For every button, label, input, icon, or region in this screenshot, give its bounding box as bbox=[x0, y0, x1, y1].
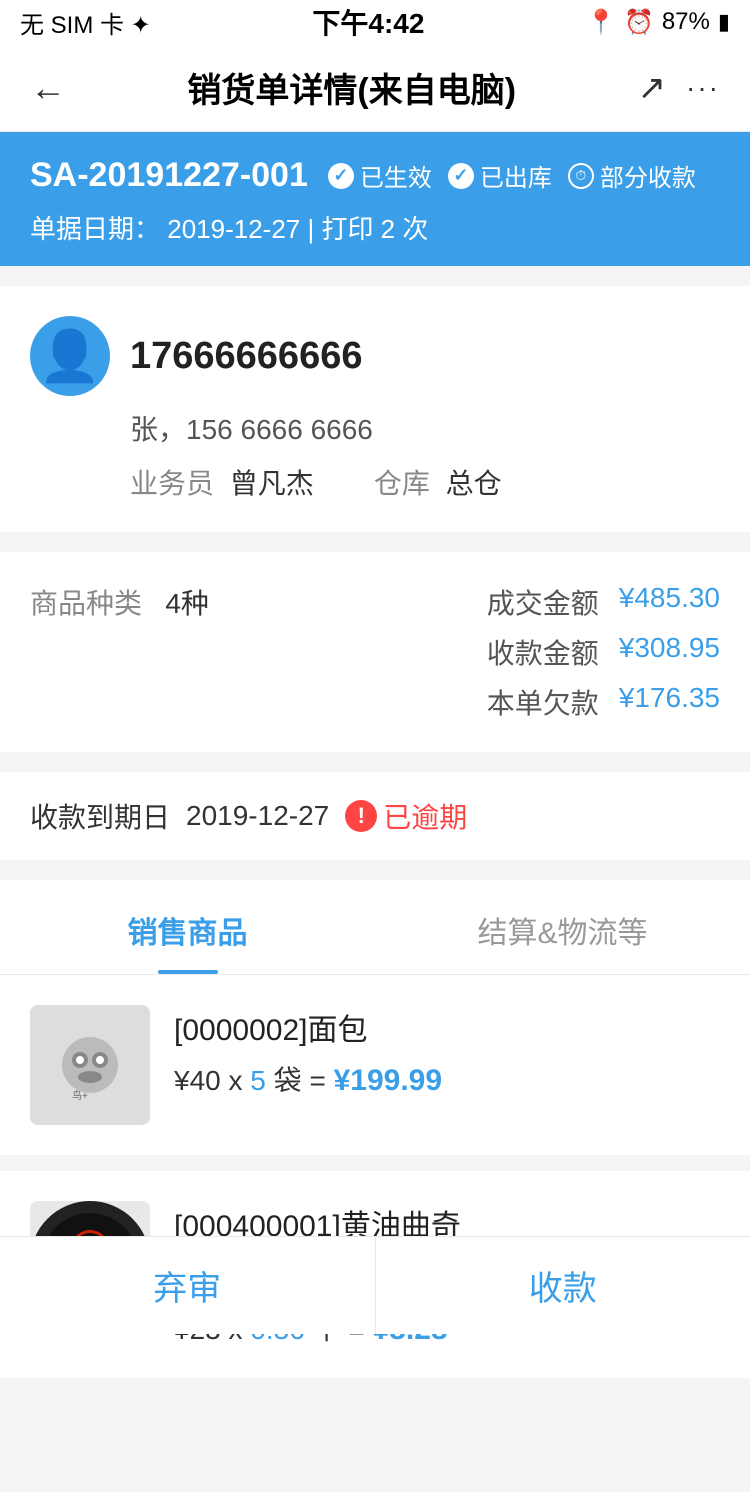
sales-rep: 业务员 曾凡杰 bbox=[130, 462, 314, 502]
tab-logistics-label: 结算&物流等 bbox=[477, 917, 647, 950]
status-badges: ✓ 已生效 ✓ 已出库 ⏱ 部分收款 bbox=[328, 158, 696, 193]
tab-products-label: 销售商品 bbox=[128, 917, 248, 950]
status-label-3: 部分收款 bbox=[600, 158, 696, 193]
thumb-placeholder-1: 鸟+ bbox=[30, 1005, 150, 1125]
status-time: 下午4:42 bbox=[312, 2, 424, 42]
avatar: 👤 bbox=[30, 316, 110, 396]
product-name-1: [0000002]面包 bbox=[174, 1005, 720, 1049]
summary-left: 商品种类 4种 bbox=[30, 582, 209, 622]
product-code-1: [0000002] bbox=[174, 1014, 307, 1047]
equals-1: = bbox=[309, 1065, 333, 1096]
product-title-1: 面包 bbox=[307, 1014, 367, 1047]
received-label: 收款金额 bbox=[487, 632, 599, 672]
due-section: 收款到期日 2019-12-27 ! 已逾期 bbox=[0, 772, 750, 860]
product-thumb-1: 鸟+ bbox=[30, 1005, 150, 1125]
category-count: 4种 bbox=[165, 588, 209, 619]
sales-rep-label: 业务员 bbox=[130, 468, 214, 499]
summary-section: 商品种类 4种 成交金额 ¥485.30 收款金额 ¥308.95 本单欠款 ¥… bbox=[0, 552, 750, 752]
status-badge-3: ⏱ 部分收款 bbox=[568, 158, 696, 193]
customer-name: 17666666666 bbox=[130, 335, 362, 378]
thumb-icon-1: 鸟+ bbox=[50, 1025, 130, 1105]
tab-logistics[interactable]: 结算&物流等 bbox=[375, 880, 750, 974]
amount-value: ¥485.30 bbox=[619, 582, 720, 622]
tabs-section: 销售商品 结算&物流等 bbox=[0, 880, 750, 975]
product-info-1: [0000002]面包 ¥40 x 5 袋 = ¥199.99 bbox=[174, 1005, 720, 1099]
bottom-bar: 弃审 收款 bbox=[0, 1236, 750, 1334]
sim-status: 无 SIM 卡 ✦ bbox=[20, 5, 151, 40]
confirm-button[interactable]: 收款 bbox=[376, 1237, 750, 1334]
tabs-row: 销售商品 结算&物流等 bbox=[0, 880, 750, 974]
unit-1: 袋 bbox=[274, 1065, 302, 1096]
status-label-2: 已出库 bbox=[480, 158, 552, 193]
nav-actions: ↗ ··· bbox=[638, 68, 720, 108]
share-icon[interactable]: ↗ bbox=[638, 68, 667, 108]
customer-section: 👤 17666666666 张，156 6666 6666 业务员 曾凡杰 仓库… bbox=[0, 286, 750, 532]
check-icon-2: ✓ bbox=[448, 163, 474, 189]
due-value: ¥176.35 bbox=[619, 682, 720, 722]
order-id-row: SA-20191227-001 ✓ 已生效 ✓ 已出库 ⏱ 部分收款 bbox=[30, 156, 720, 195]
due-date-label: 收款到期日 bbox=[30, 796, 170, 836]
nav-bar: ← 销货单详情(来自电脑) ↗ ··· bbox=[0, 44, 750, 132]
clock-icon: ⏱ bbox=[568, 163, 594, 189]
category-label: 商品种类 bbox=[30, 588, 142, 619]
customer-meta: 业务员 曾凡杰 仓库 总仓 bbox=[30, 462, 720, 502]
summary-right: 成交金额 ¥485.30 收款金额 ¥308.95 本单欠款 ¥176.35 bbox=[487, 582, 720, 722]
battery-bar: ▮ bbox=[718, 9, 730, 35]
print-info: | 打印 2 次 bbox=[307, 214, 428, 244]
overdue-badge: ! 已逾期 bbox=[345, 796, 467, 836]
order-date-row: 单据日期： 2019-12-27 | 打印 2 次 bbox=[30, 209, 720, 246]
order-date: 2019-12-27 bbox=[167, 214, 300, 244]
received-row: 收款金额 ¥308.95 bbox=[487, 632, 720, 672]
due-row: 本单欠款 ¥176.35 bbox=[487, 682, 720, 722]
status-right: 📍 ⏰ 87% ▮ bbox=[586, 8, 730, 37]
check-icon-1: ✓ bbox=[328, 163, 354, 189]
due-date-value: 2019-12-27 bbox=[186, 800, 329, 832]
customer-detail: 张，156 6666 6666 bbox=[30, 408, 720, 448]
status-bar: 无 SIM 卡 ✦ 下午4:42 📍 ⏰ 87% ▮ bbox=[0, 0, 750, 44]
more-icon[interactable]: ··· bbox=[686, 72, 720, 104]
product-item: 鸟+ [0000002]面包 ¥40 x 5 袋 = ¥199.99 bbox=[0, 975, 750, 1155]
unit-price-1: ¥40 bbox=[174, 1065, 221, 1096]
date-label: 单据日期： bbox=[30, 214, 160, 244]
multiply-1: x bbox=[229, 1065, 251, 1096]
amount-label: 成交金额 bbox=[487, 582, 599, 622]
total-1: ¥199.99 bbox=[334, 1064, 442, 1097]
cancel-button[interactable]: 弃审 bbox=[0, 1237, 376, 1334]
status-label-1: 已生效 bbox=[360, 158, 432, 193]
product-price-1: ¥40 x 5 袋 = ¥199.99 bbox=[174, 1059, 720, 1099]
bottom-spacer bbox=[0, 1394, 750, 1492]
overdue-text: 已逾期 bbox=[383, 796, 467, 836]
received-value: ¥308.95 bbox=[619, 632, 720, 672]
battery-icon: 📍 bbox=[586, 8, 616, 37]
overdue-icon: ! bbox=[345, 800, 377, 832]
status-badge-1: ✓ 已生效 bbox=[328, 158, 432, 193]
back-button[interactable]: ← bbox=[30, 67, 66, 109]
warehouse-label: 仓库 bbox=[374, 468, 430, 499]
person-icon: 👤 bbox=[39, 327, 101, 386]
customer-row: 👤 17666666666 bbox=[30, 316, 720, 396]
warehouse: 仓库 总仓 bbox=[374, 462, 502, 502]
page-title: 销货单详情(来自电脑) bbox=[187, 63, 516, 112]
qty-1: 5 bbox=[250, 1065, 266, 1096]
alarm-icon: ⏰ bbox=[624, 8, 654, 37]
svg-text:鸟+: 鸟+ bbox=[72, 1089, 88, 1102]
order-id: SA-20191227-001 bbox=[30, 156, 308, 195]
status-left: 无 SIM 卡 ✦ bbox=[20, 5, 151, 40]
products-section: 鸟+ [0000002]面包 ¥40 x 5 袋 = ¥199.99 bbox=[0, 975, 750, 1492]
warehouse-value: 总仓 bbox=[446, 468, 502, 499]
sales-rep-value: 曾凡杰 bbox=[230, 468, 314, 499]
status-badge-2: ✓ 已出库 bbox=[448, 158, 552, 193]
order-header: SA-20191227-001 ✓ 已生效 ✓ 已出库 ⏱ 部分收款 单据日期：… bbox=[0, 132, 750, 266]
tab-products[interactable]: 销售商品 bbox=[0, 880, 375, 974]
amount-row: 成交金额 ¥485.30 bbox=[487, 582, 720, 622]
battery-level: 87% bbox=[662, 8, 710, 36]
due-label: 本单欠款 bbox=[487, 682, 599, 722]
